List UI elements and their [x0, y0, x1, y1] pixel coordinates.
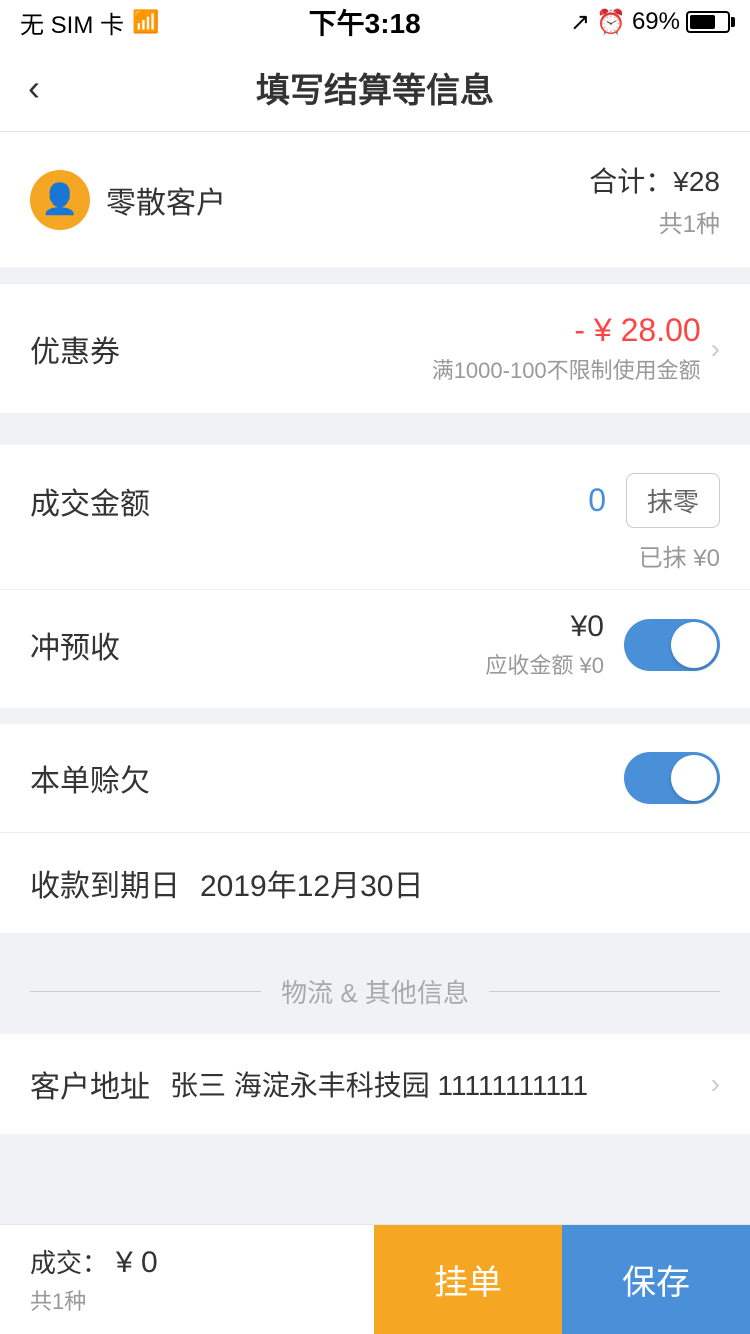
customer-name: 零散客户 [106, 178, 226, 222]
debt-label: 本单赊欠 [30, 756, 150, 800]
deal-amount-section: 成交金额 0 抹零 已抹 ¥0 冲预收 ¥0 应收金额 ¥0 [0, 445, 750, 708]
coupon-info: - ¥ 28.00 满1000-100不限制使用金额 [432, 312, 701, 385]
bottom-deal-label: 成交： [30, 1243, 108, 1280]
precollect-right: ¥0 应收金额 ¥0 [485, 610, 720, 680]
debt-section: 本单赊欠 收款到期日 2019年12月30日 [0, 724, 750, 933]
deal-amount-row: 成交金额 0 抹零 [0, 445, 750, 538]
debt-row: 本单赊欠 [0, 724, 750, 832]
divider-2 [0, 708, 750, 724]
debt-toggle[interactable] [624, 752, 720, 804]
location-icon: ↗ [570, 8, 590, 37]
precollect-label: 冲预收 [30, 623, 120, 667]
bottom-deal-amount: ¥ 0 [116, 1246, 158, 1280]
coupon-label: 优惠券 [30, 327, 120, 371]
logistics-line-left [30, 991, 261, 992]
logistics-line-right [489, 991, 720, 992]
precollect-sub: 应收金额 ¥0 [485, 648, 604, 680]
deal-amount-right: 0 抹零 [588, 473, 720, 528]
alarm-icon: ⏰ [596, 8, 626, 37]
chevron-right-icon: › [711, 333, 720, 365]
toggle-knob [671, 622, 717, 668]
precollect-toggle[interactable] [624, 619, 720, 671]
divider-1 [0, 429, 750, 445]
precollect-amount: ¥0 [485, 610, 604, 644]
nav-bar: ‹ 填写结算等信息 [0, 44, 750, 132]
address-left: 客户地址 张三 海淀永丰科技园 11111111111 [30, 1062, 588, 1106]
wifi-icon: 📶 [132, 9, 159, 35]
coupon-description: 满1000-100不限制使用金额 [432, 353, 701, 385]
due-date-value[interactable]: 2019年12月30日 [200, 861, 423, 905]
pending-button[interactable]: 挂单 [374, 1225, 562, 1334]
precollect-row: 冲预收 ¥0 应收金额 ¥0 [0, 589, 750, 708]
bottom-info: 成交： ¥ 0 共1种 [0, 1243, 374, 1316]
customer-left: 👤 零散客户 [30, 170, 226, 230]
status-bar: 无 SIM 卡 📶 下午3:18 ↗ ⏰ 69% [0, 0, 750, 44]
deal-amount-value[interactable]: 0 [588, 482, 606, 519]
avatar: 👤 [30, 170, 90, 230]
back-button[interactable]: ‹ [28, 67, 40, 109]
due-date-row: 收款到期日 2019年12月30日 [0, 832, 750, 933]
no-sim-label: 无 SIM 卡 [20, 5, 124, 40]
coupon-row[interactable]: 优惠券 - ¥ 28.00 满1000-100不限制使用金额 › [0, 283, 750, 413]
bottom-count: 共1种 [30, 1284, 344, 1316]
round-zero-button[interactable]: 抹零 [626, 473, 720, 528]
status-right: ↗ ⏰ 69% [570, 8, 730, 37]
avatar-icon: 👤 [41, 182, 78, 217]
coupon-section: 优惠券 - ¥ 28.00 满1000-100不限制使用金额 › [0, 283, 750, 413]
deal-rounded-sub: 已抹 ¥0 [0, 538, 750, 589]
logistics-label: 物流 & 其他信息 [281, 973, 469, 1010]
customer-section: 👤 零散客户 合计：¥28 共1种 [0, 132, 750, 267]
debt-toggle-knob [671, 755, 717, 801]
address-section: 客户地址 张三 海淀永丰科技园 11111111111 › [0, 1034, 750, 1134]
address-chevron-icon: › [711, 1068, 720, 1100]
total-amount: 合计：¥28 [589, 160, 720, 200]
precollect-info: ¥0 应收金额 ¥0 [485, 610, 604, 680]
coupon-amount: - ¥ 28.00 [432, 312, 701, 349]
bottom-bar: 成交： ¥ 0 共1种 挂单 保存 [0, 1224, 750, 1334]
status-time: 下午3:18 [309, 2, 421, 42]
page-title: 填写结算等信息 [256, 63, 494, 112]
address-value: 张三 海淀永丰科技园 11111111111 [170, 1064, 588, 1104]
battery-icon [686, 11, 730, 33]
status-left: 无 SIM 卡 📶 [20, 5, 159, 40]
total-count: 共1种 [589, 204, 720, 239]
customer-right: 合计：¥28 共1种 [589, 160, 720, 239]
due-date-label: 收款到期日 [30, 861, 180, 905]
address-row[interactable]: 客户地址 张三 海淀永丰科技园 11111111111 › [0, 1034, 750, 1134]
address-label: 客户地址 [30, 1062, 150, 1106]
customer-row: 👤 零散客户 合计：¥28 共1种 [0, 132, 750, 267]
logistics-section: 物流 & 其他信息 [0, 949, 750, 1034]
coupon-right: - ¥ 28.00 满1000-100不限制使用金额 › [432, 312, 720, 385]
deal-amount-label: 成交金额 [30, 479, 150, 523]
battery-percent: 69% [632, 8, 680, 36]
save-button[interactable]: 保存 [562, 1225, 750, 1334]
